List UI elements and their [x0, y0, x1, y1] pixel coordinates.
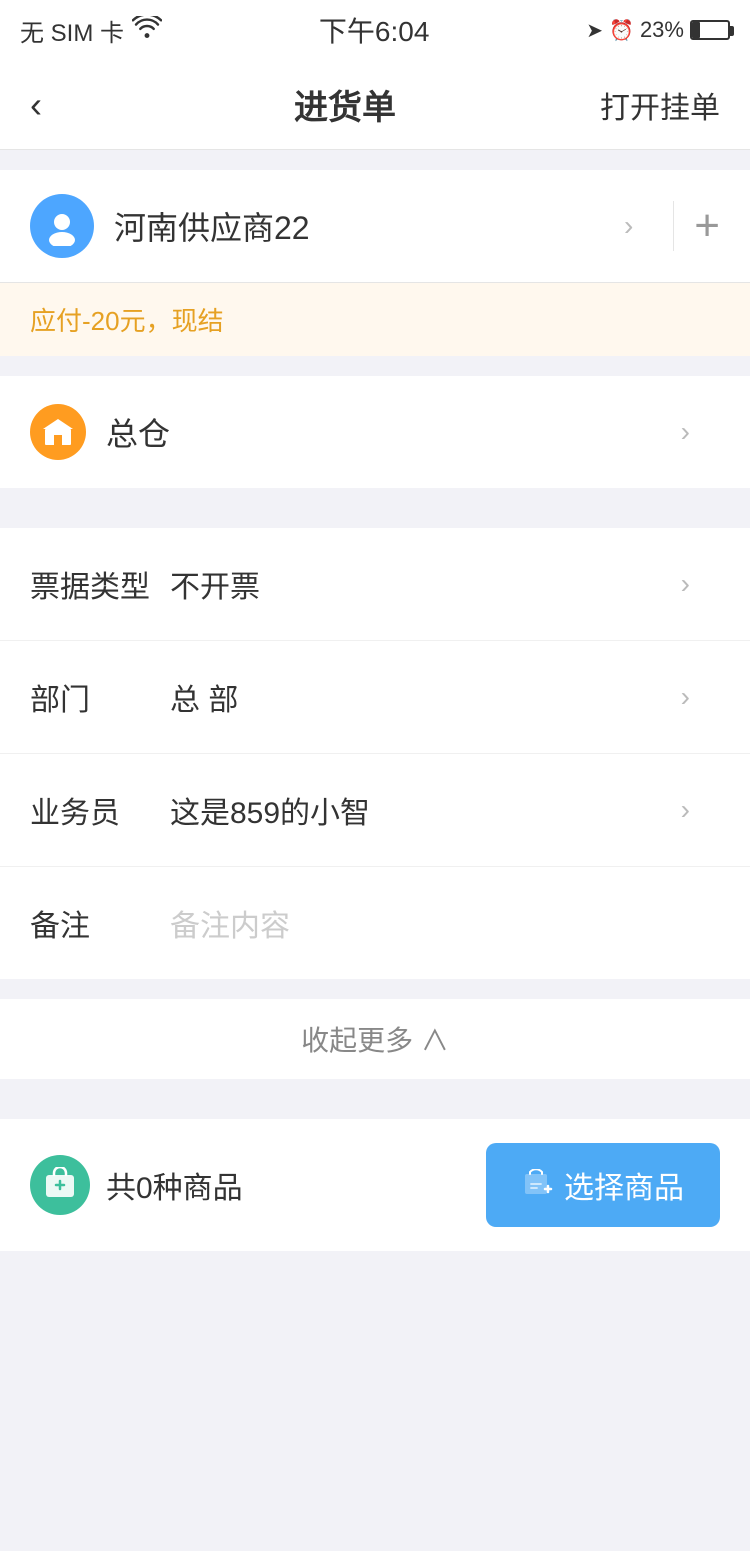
notice-bar: 应付-20元，现结: [0, 283, 750, 356]
status-right: ➤ ⏰ 23%: [586, 17, 730, 43]
section-gap-4: [0, 1079, 750, 1099]
location-icon: ➤: [586, 18, 603, 43]
warehouse-section: 总仓 ›: [0, 376, 750, 488]
department-label: 部门: [30, 675, 150, 719]
warehouse-name: 总仓: [106, 409, 681, 455]
product-count-wrap: 共0种商品: [30, 1155, 243, 1215]
select-product-label: 选择商品: [564, 1163, 684, 1207]
add-supplier-button[interactable]: +: [694, 204, 720, 248]
collapse-bar[interactable]: 收起更多 ∧: [0, 999, 750, 1079]
remark-input[interactable]: 备注内容: [150, 901, 720, 945]
invoice-chevron-icon: ›: [681, 568, 690, 600]
invoice-label: 票据类型: [30, 562, 150, 606]
form-section: 票据类型 不开票 › 部门 总 部 › 业务员 这是859的小智 › 备注 备注…: [0, 528, 750, 979]
wifi-icon: [132, 16, 162, 45]
collapse-label: 收起更多 ∧: [301, 1019, 449, 1059]
supplier-section: 河南供应商22 › + 应付-20元，现结: [0, 170, 750, 356]
status-time: 下午6:04: [319, 10, 430, 50]
warehouse-row[interactable]: 总仓 ›: [0, 376, 750, 488]
status-left: 无 SIM 卡: [20, 13, 162, 48]
section-gap-2: [0, 356, 750, 376]
salesman-chevron-icon: ›: [681, 794, 690, 826]
supplier-avatar: [30, 194, 94, 258]
invoice-value: 不开票: [150, 562, 681, 606]
section-gap-1: [0, 150, 750, 170]
salesman-value: 这是859的小智: [150, 788, 681, 832]
department-value: 总 部: [150, 675, 681, 719]
remark-label: 备注: [30, 901, 150, 945]
remark-row[interactable]: 备注 备注内容: [0, 867, 750, 979]
supplier-chevron-icon: ›: [624, 210, 633, 242]
section-gap-3: [0, 488, 750, 508]
battery-icon: [690, 20, 730, 40]
department-chevron-icon: ›: [681, 681, 690, 713]
open-pending-button[interactable]: 打开挂单: [600, 83, 720, 127]
warehouse-chevron-icon: ›: [681, 416, 690, 448]
select-product-button[interactable]: 选择商品: [486, 1143, 720, 1227]
page-background: [0, 1251, 750, 1551]
carrier-text: 无 SIM 卡: [20, 13, 124, 48]
back-button[interactable]: ‹: [30, 84, 90, 126]
salesman-label: 业务员: [30, 788, 150, 832]
product-icon: [30, 1155, 90, 1215]
supplier-name: 河南供应商22: [114, 203, 624, 249]
department-row[interactable]: 部门 总 部 ›: [0, 641, 750, 754]
invoice-row[interactable]: 票据类型 不开票 ›: [0, 528, 750, 641]
divider-vertical: [673, 201, 674, 251]
nav-bar: ‹ 进货单 打开挂单: [0, 60, 750, 150]
salesman-row[interactable]: 业务员 这是859的小智 ›: [0, 754, 750, 867]
bottom-bar: 共0种商品 选择商品: [0, 1119, 750, 1251]
status-bar: 无 SIM 卡 下午6:04 ➤ ⏰ 23%: [0, 0, 750, 60]
warehouse-icon: [30, 404, 86, 460]
product-count-text: 共0种商品: [106, 1163, 243, 1207]
alarm-icon: ⏰: [609, 18, 634, 43]
notice-text: 应付-20元，现结: [30, 306, 224, 336]
page-title: 进货单: [294, 80, 396, 129]
battery-text: 23%: [640, 17, 684, 43]
supplier-row[interactable]: 河南供应商22 › +: [0, 170, 750, 283]
